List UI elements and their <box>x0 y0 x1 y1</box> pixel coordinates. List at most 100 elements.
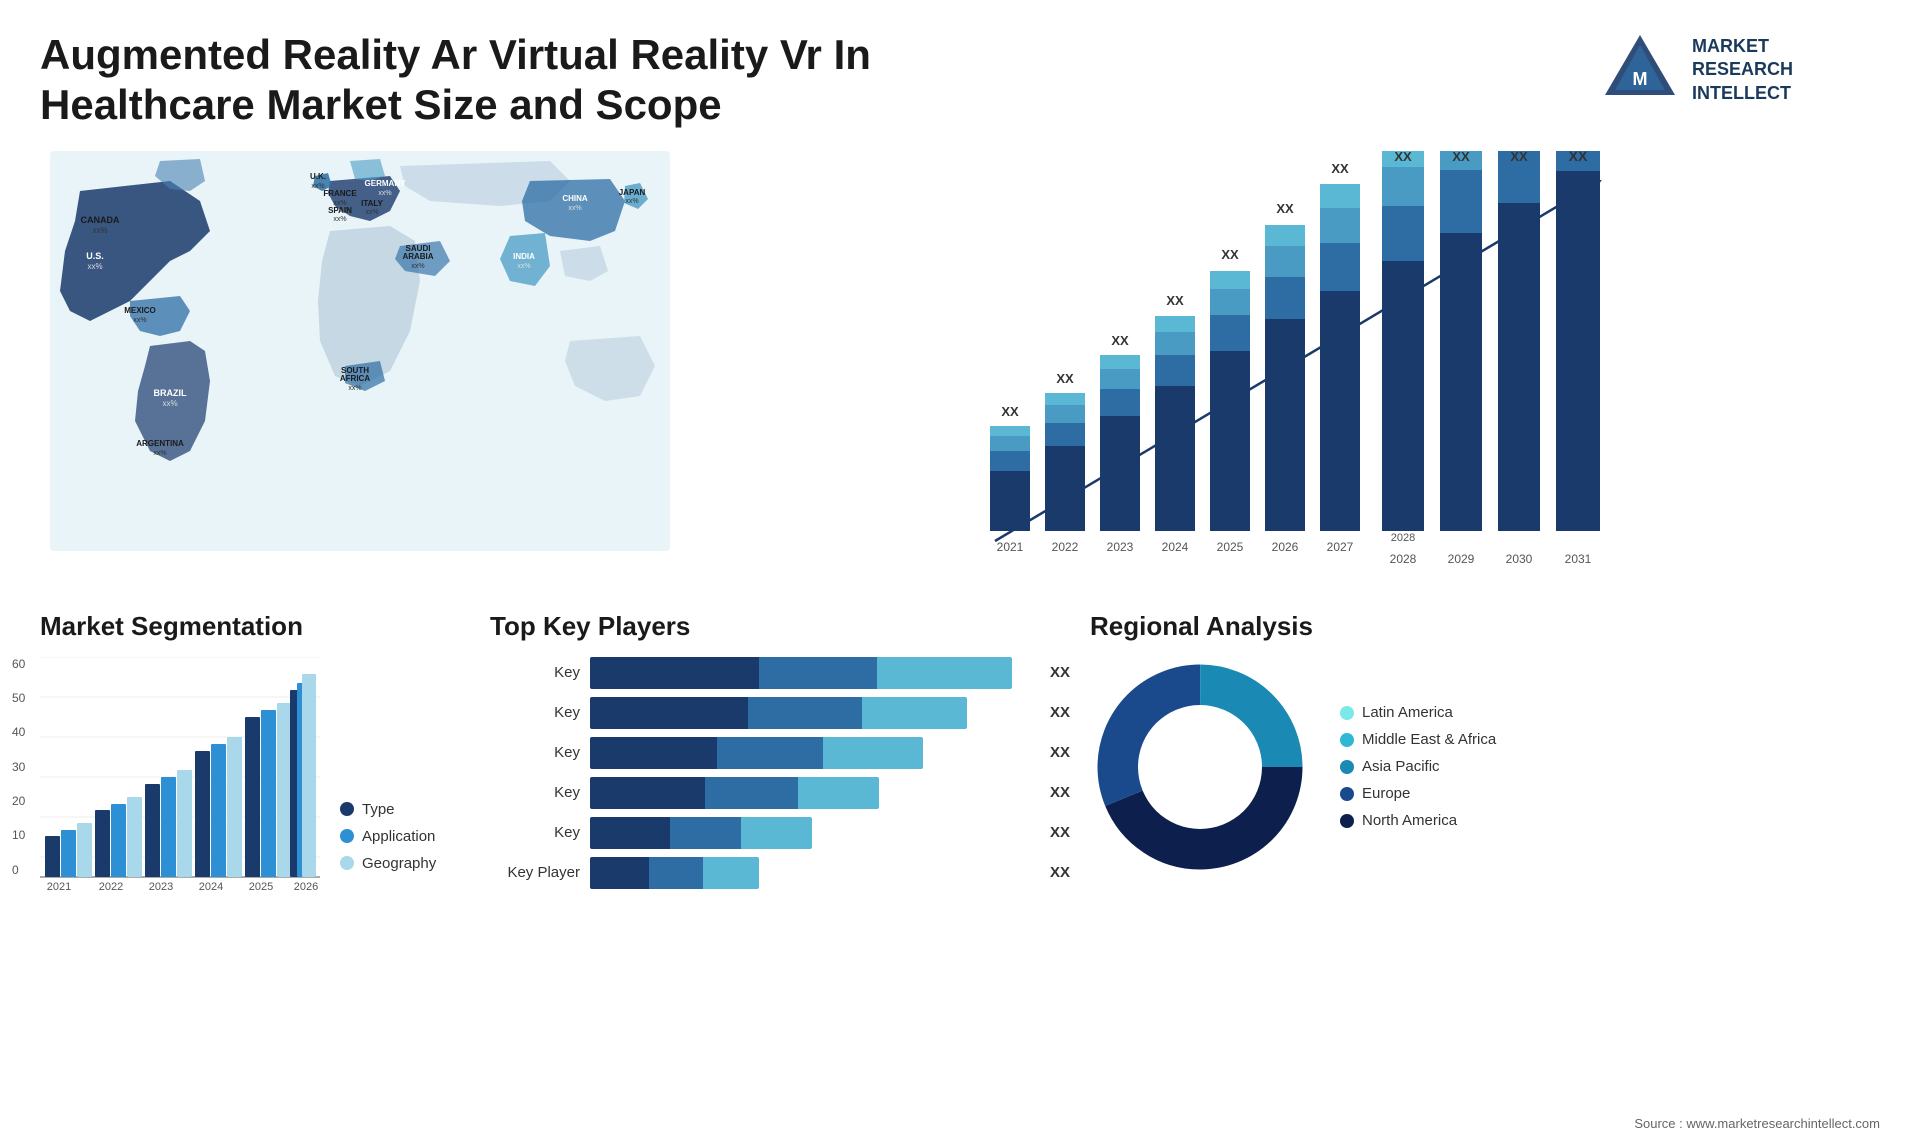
svg-text:2025: 2025 <box>249 881 273 893</box>
svg-text:XX: XX <box>1510 151 1528 164</box>
svg-text:2029: 2029 <box>1448 552 1475 566</box>
svg-text:2021: 2021 <box>997 540 1024 554</box>
svg-text:2024: 2024 <box>199 881 223 893</box>
svg-text:JAPAN: JAPAN <box>619 188 646 197</box>
svg-text:2023: 2023 <box>149 881 173 893</box>
seg-legend-geography: Geography <box>340 855 436 872</box>
svg-text:XX: XX <box>1394 151 1412 164</box>
logo-text: MARKET RESEARCH INTELLECT <box>1692 35 1793 105</box>
svg-text:XX: XX <box>1166 293 1184 308</box>
map-container: CANADA xx% U.S. xx% MEXICO xx% BRAZIL xx… <box>50 151 670 551</box>
svg-text:xx%: xx% <box>333 216 346 223</box>
svg-text:XX: XX <box>1221 247 1239 262</box>
svg-text:xx%: xx% <box>517 263 530 270</box>
page-header: Augmented Reality Ar Virtual Reality Vr … <box>0 0 1920 141</box>
svg-text:CHINA: CHINA <box>562 194 588 203</box>
donut-chart-svg <box>1090 657 1310 877</box>
svg-text:2031: 2031 <box>1565 552 1592 566</box>
seg-app-dot <box>340 829 354 843</box>
source-text: Source : www.marketresearchintellect.com <box>1634 1116 1880 1131</box>
players-list: Key XX Key <box>490 657 1070 889</box>
world-map-svg: CANADA xx% U.S. xx% MEXICO xx% BRAZIL xx… <box>50 151 670 551</box>
logo-icon: M <box>1600 30 1680 110</box>
svg-text:XX: XX <box>1276 201 1294 216</box>
svg-text:2026: 2026 <box>294 881 318 893</box>
svg-text:2027: 2027 <box>1327 540 1354 554</box>
regional-legend: Latin America Middle East & Africa Asia … <box>1340 704 1496 829</box>
growth-chart-section: XX XX XX XX <box>700 141 1880 601</box>
legend-north-america: North America <box>1340 812 1496 829</box>
segmentation-chart-svg: 2021 2022 2023 2024 2025 2026 <box>40 657 320 897</box>
svg-text:XX: XX <box>1111 333 1129 348</box>
legend-middle-east: Middle East & Africa <box>1340 731 1496 748</box>
svg-text:xx%: xx% <box>411 263 424 270</box>
svg-text:XX: XX <box>1452 151 1470 164</box>
svg-text:2025: 2025 <box>1217 540 1244 554</box>
svg-text:BRAZIL: BRAZIL <box>154 388 187 398</box>
svg-text:xx%: xx% <box>153 450 166 457</box>
legend-europe: Europe <box>1340 785 1496 802</box>
svg-text:xx%: xx% <box>87 262 102 271</box>
svg-text:2024: 2024 <box>1162 540 1189 554</box>
player-row-3: Key XX <box>490 737 1070 769</box>
player-row-5: Key XX <box>490 817 1070 849</box>
player-row-2: Key XX <box>490 697 1070 729</box>
donut-container: Latin America Middle East & Africa Asia … <box>1090 657 1550 877</box>
svg-text:2030: 2030 <box>1506 552 1533 566</box>
svg-text:GERMANY: GERMANY <box>365 179 407 188</box>
svg-text:MEXICO: MEXICO <box>124 306 156 315</box>
svg-text:2026: 2026 <box>1272 540 1299 554</box>
player-row-6: Key Player XX <box>490 857 1070 889</box>
svg-text:CANADA: CANADA <box>81 215 120 225</box>
title-block: Augmented Reality Ar Virtual Reality Vr … <box>40 30 940 131</box>
map-section: CANADA xx% U.S. xx% MEXICO xx% BRAZIL xx… <box>40 141 700 601</box>
svg-text:xx%: xx% <box>162 399 177 408</box>
seg-geo-dot <box>340 856 354 870</box>
svg-text:XX: XX <box>1331 161 1349 176</box>
svg-text:FRANCE: FRANCE <box>323 189 357 198</box>
segmentation-title: Market Segmentation <box>40 611 470 642</box>
svg-text:xx%: xx% <box>92 226 107 235</box>
player-row-4: Key XX <box>490 777 1070 809</box>
seg-type-dot <box>340 802 354 816</box>
top-content: CANADA xx% U.S. xx% MEXICO xx% BRAZIL xx… <box>0 141 1920 601</box>
svg-text:INDIA: INDIA <box>513 252 535 261</box>
svg-text:ARABIA: ARABIA <box>402 252 433 261</box>
svg-text:ITALY: ITALY <box>361 199 383 208</box>
svg-text:2022: 2022 <box>1052 540 1079 554</box>
key-players-section: Top Key Players Key XX Key <box>490 611 1070 902</box>
regional-section: Regional Analysis Latin America <box>1090 611 1550 902</box>
svg-text:2021: 2021 <box>47 881 71 893</box>
seg-legend-type: Type <box>340 801 436 818</box>
svg-text:AFRICA: AFRICA <box>340 374 370 383</box>
svg-text:ARGENTINA: ARGENTINA <box>136 439 184 448</box>
segmentation-section: Market Segmentation 60 50 40 30 20 10 0 <box>40 611 470 902</box>
legend-latin-america: Latin America <box>1340 704 1496 721</box>
regional-title: Regional Analysis <box>1090 611 1550 642</box>
svg-text:2023: 2023 <box>1107 540 1134 554</box>
key-players-title: Top Key Players <box>490 611 1070 642</box>
logo-block: M MARKET RESEARCH INTELLECT <box>1600 30 1880 110</box>
growth-chart-svg: XX XX XX XX <box>720 151 1860 571</box>
svg-text:XX: XX <box>1001 404 1019 419</box>
svg-text:xx%: xx% <box>625 198 638 205</box>
legend-asia-pacific: Asia Pacific <box>1340 758 1496 775</box>
svg-text:XX: XX <box>1056 371 1074 386</box>
svg-text:xx%: xx% <box>378 190 391 197</box>
svg-text:U.K.: U.K. <box>310 172 326 181</box>
svg-text:xx%: xx% <box>348 385 361 392</box>
svg-text:XX: XX <box>1569 151 1588 164</box>
svg-text:U.S.: U.S. <box>86 251 104 261</box>
svg-text:xx%: xx% <box>568 205 581 212</box>
svg-text:M: M <box>1633 69 1648 89</box>
svg-text:2022: 2022 <box>99 881 123 893</box>
svg-text:xx%: xx% <box>133 317 146 324</box>
svg-text:xx%: xx% <box>365 209 378 216</box>
svg-text:2028: 2028 <box>1390 552 1417 566</box>
player-row-1: Key XX <box>490 657 1070 689</box>
bottom-row: Market Segmentation 60 50 40 30 20 10 0 <box>0 601 1920 922</box>
page-title: Augmented Reality Ar Virtual Reality Vr … <box>40 30 940 131</box>
svg-text:SPAIN: SPAIN <box>328 206 352 215</box>
seg-legend-application: Application <box>340 828 436 845</box>
svg-text:2028: 2028 <box>1391 532 1415 544</box>
